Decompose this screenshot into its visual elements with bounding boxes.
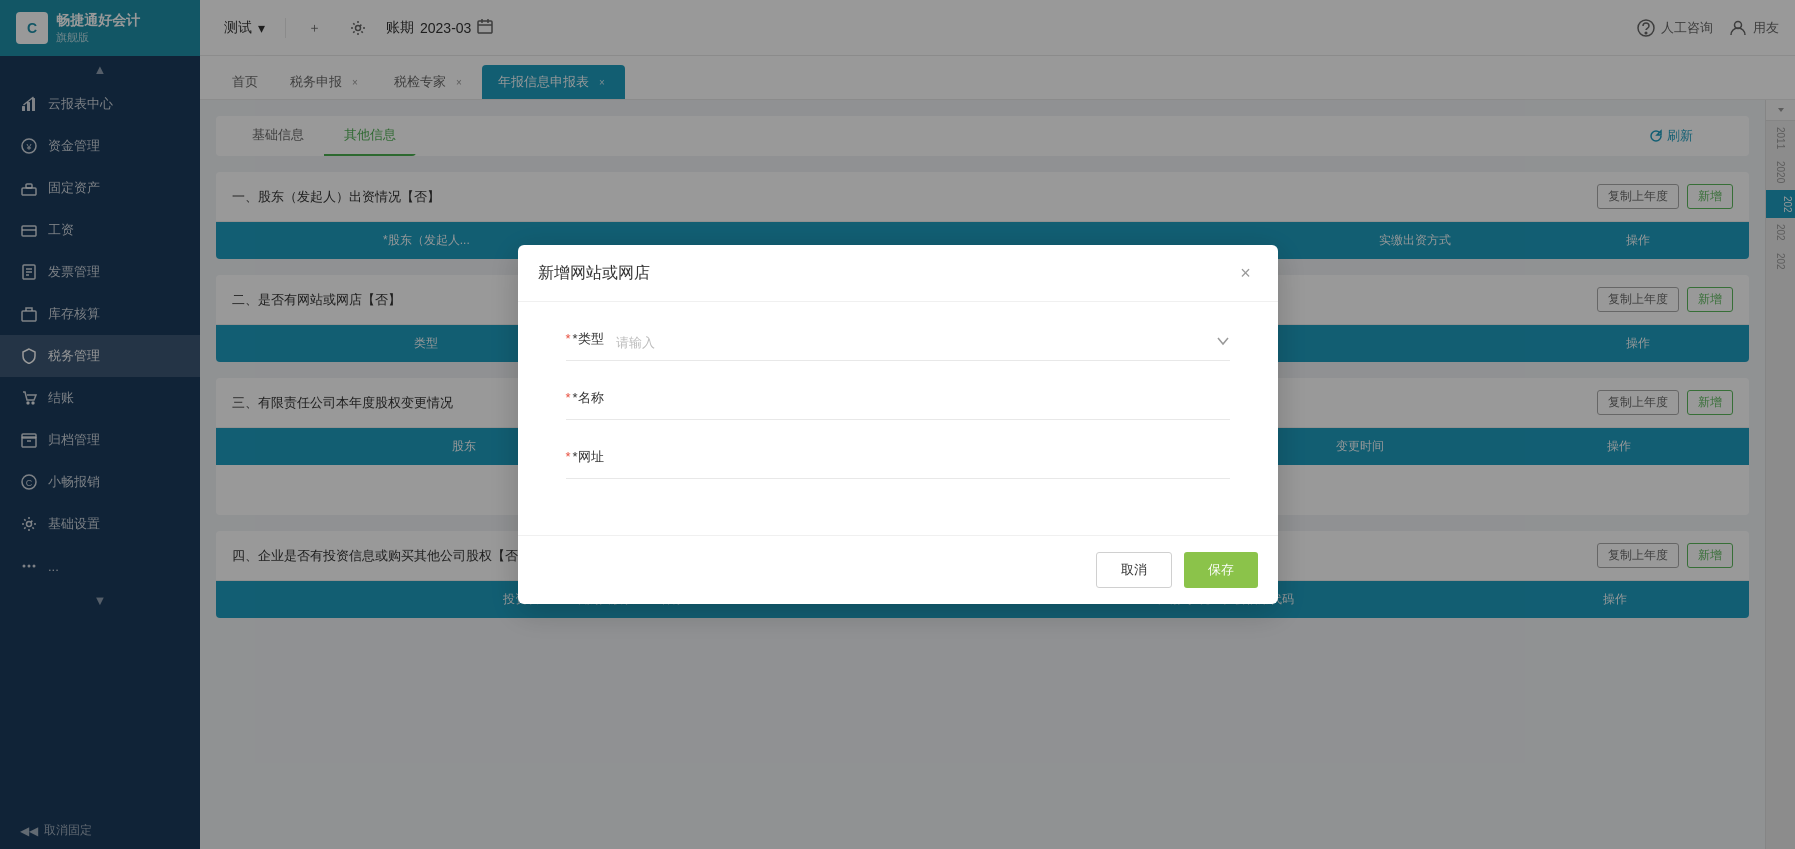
form-row-url: **网址	[566, 448, 1230, 479]
url-required-mark: *	[566, 449, 571, 464]
dialog-save-button[interactable]: 保存	[1184, 552, 1258, 588]
dialog-title: 新增网站或网店	[538, 263, 650, 284]
dialog-add-website: 新增网站或网店 × **类型 **名称	[518, 245, 1278, 604]
type-label: **类型	[566, 330, 604, 348]
dialog-close-button[interactable]: ×	[1234, 261, 1258, 285]
name-required-mark: *	[566, 390, 571, 405]
form-row-name: **名称	[566, 389, 1230, 420]
name-input-wrap: **名称	[566, 389, 1230, 420]
dialog-footer: 取消 保存	[518, 535, 1278, 604]
dialog-cancel-button[interactable]: 取消	[1096, 552, 1172, 588]
name-input[interactable]	[616, 394, 1230, 409]
name-label: **名称	[566, 389, 604, 407]
url-input[interactable]	[616, 453, 1230, 468]
type-dropdown-icon[interactable]	[1216, 334, 1230, 351]
dialog-overlay[interactable]: 新增网站或网店 × **类型 **名称	[0, 0, 1795, 849]
url-input-wrap: **网址	[566, 448, 1230, 479]
url-label: **网址	[566, 448, 604, 466]
type-input-wrap: **类型	[566, 330, 1230, 361]
dialog-body: **类型 **名称	[518, 302, 1278, 535]
type-input[interactable]	[616, 335, 1216, 350]
type-required-mark: *	[566, 331, 571, 346]
dialog-header: 新增网站或网店 ×	[518, 245, 1278, 302]
form-row-type: **类型	[566, 330, 1230, 361]
